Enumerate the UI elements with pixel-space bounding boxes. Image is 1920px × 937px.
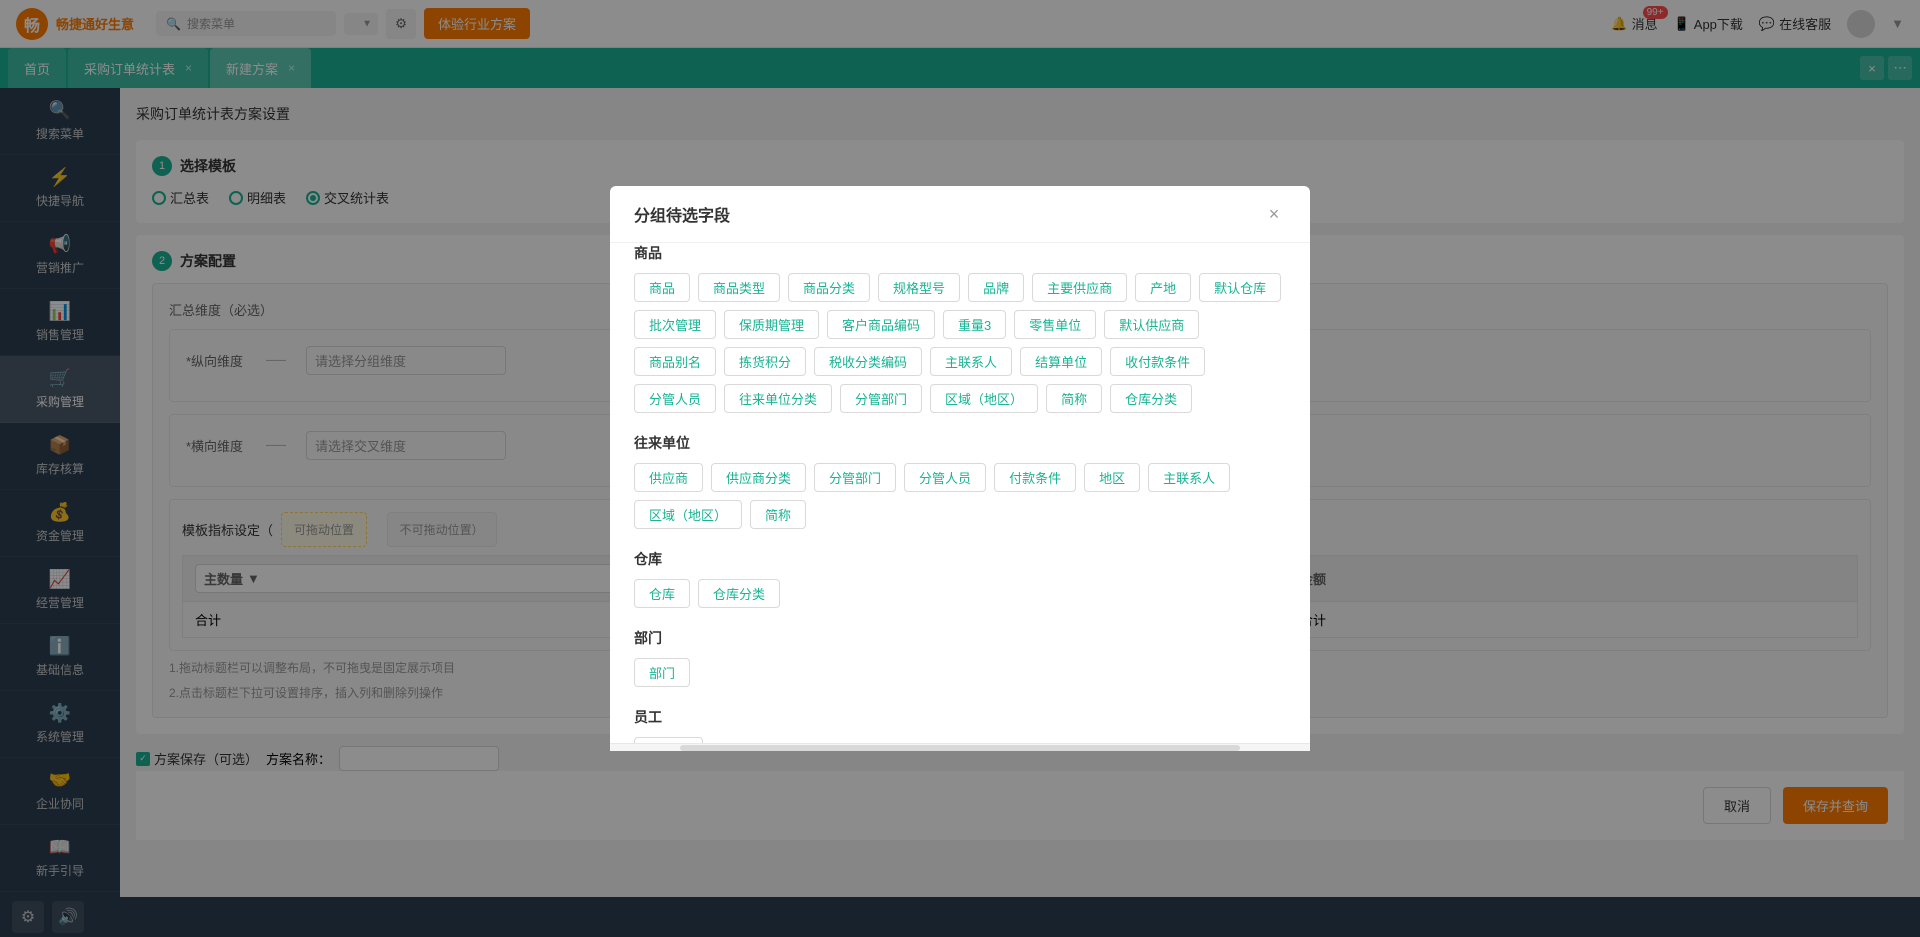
field-section-title: 往来单位: [634, 433, 1286, 453]
field-tag[interactable]: 保质期管理: [724, 310, 819, 339]
field-tag[interactable]: 分管人员: [634, 384, 716, 413]
modal-overlay: 分组待选字段 × 商品商品商品类型商品分类规格型号品牌主要供应商产地默认仓库批次…: [0, 0, 1920, 937]
field-tag[interactable]: 商品分类: [788, 273, 870, 302]
field-tag[interactable]: 简称: [750, 500, 806, 529]
field-section-商品: 商品商品商品类型商品分类规格型号品牌主要供应商产地默认仓库批次管理保质期管理客户…: [634, 243, 1286, 413]
field-tag[interactable]: 客户商品编码: [827, 310, 935, 339]
field-tag[interactable]: 规格型号: [878, 273, 960, 302]
field-tag[interactable]: 主联系人: [930, 347, 1012, 376]
field-tag[interactable]: 收付款条件: [1110, 347, 1205, 376]
field-tag[interactable]: 付款条件: [994, 463, 1076, 492]
field-tag[interactable]: 分管人员: [904, 463, 986, 492]
field-tag[interactable]: 地区: [1084, 463, 1140, 492]
field-tag[interactable]: 仓库: [634, 579, 690, 608]
field-section-title: 员工: [634, 707, 1286, 727]
field-tag[interactable]: 主联系人: [1148, 463, 1230, 492]
field-tag[interactable]: 默认仓库: [1199, 273, 1281, 302]
field-tag[interactable]: 零售单位: [1014, 310, 1096, 339]
modal-dialog: 分组待选字段 × 商品商品商品类型商品分类规格型号品牌主要供应商产地默认仓库批次…: [610, 186, 1310, 751]
modal-body[interactable]: 商品商品商品类型商品分类规格型号品牌主要供应商产地默认仓库批次管理保质期管理客户…: [610, 243, 1310, 743]
field-tag[interactable]: 简称: [1046, 384, 1102, 413]
field-section-title: 部门: [634, 628, 1286, 648]
field-tag[interactable]: 往来单位分类: [724, 384, 832, 413]
field-tag[interactable]: 商品类型: [698, 273, 780, 302]
field-tag[interactable]: 重量3: [943, 310, 1006, 339]
field-tag[interactable]: 供应商: [634, 463, 703, 492]
field-tag[interactable]: 仓库分类: [698, 579, 780, 608]
field-tag[interactable]: 部门: [634, 658, 690, 687]
modal-scroll-thumb: [680, 745, 1240, 751]
field-section-往来单位: 往来单位供应商供应商分类分管部门分管人员付款条件地区主联系人区域（地区） 简称: [634, 433, 1286, 529]
field-tag[interactable]: 仓库分类: [1110, 384, 1192, 413]
field-tag[interactable]: 批次管理: [634, 310, 716, 339]
modal-title: 分组待选字段: [634, 202, 730, 226]
modal-scroll-bar[interactable]: [610, 743, 1310, 751]
field-tags: 仓库仓库分类: [634, 579, 1286, 608]
field-tag[interactable]: 区域（地区）: [634, 500, 742, 529]
field-tag[interactable]: 结算单位: [1020, 347, 1102, 376]
field-section-部门: 部门部门: [634, 628, 1286, 687]
field-tag[interactable]: 商品: [634, 273, 690, 302]
field-section-title: 商品: [634, 243, 1286, 263]
field-tag[interactable]: 税收分类编码: [814, 347, 922, 376]
field-tag[interactable]: 主要供应商: [1032, 273, 1127, 302]
field-tag[interactable]: 供应商分类: [711, 463, 806, 492]
field-tag[interactable]: 拣货积分: [724, 347, 806, 376]
field-section-title: 仓库: [634, 549, 1286, 569]
field-tag[interactable]: 分管部门: [814, 463, 896, 492]
field-tags: 部门: [634, 658, 1286, 687]
modal-header: 分组待选字段 ×: [610, 186, 1310, 243]
field-section-员工: 员工业务员: [634, 707, 1286, 743]
field-tag[interactable]: 区域（地区）: [930, 384, 1038, 413]
field-tag[interactable]: 默认供应商: [1104, 310, 1199, 339]
field-tag[interactable]: 品牌: [968, 273, 1024, 302]
field-tag[interactable]: 商品别名: [634, 347, 716, 376]
field-tag[interactable]: 产地: [1135, 273, 1191, 302]
field-tags: 商品商品类型商品分类规格型号品牌主要供应商产地默认仓库批次管理保质期管理客户商品…: [634, 273, 1286, 413]
modal-close-button[interactable]: ×: [1262, 202, 1286, 226]
field-tag[interactable]: 分管部门: [840, 384, 922, 413]
field-tags: 供应商供应商分类分管部门分管人员付款条件地区主联系人区域（地区） 简称: [634, 463, 1286, 529]
field-section-仓库: 仓库仓库仓库分类: [634, 549, 1286, 608]
